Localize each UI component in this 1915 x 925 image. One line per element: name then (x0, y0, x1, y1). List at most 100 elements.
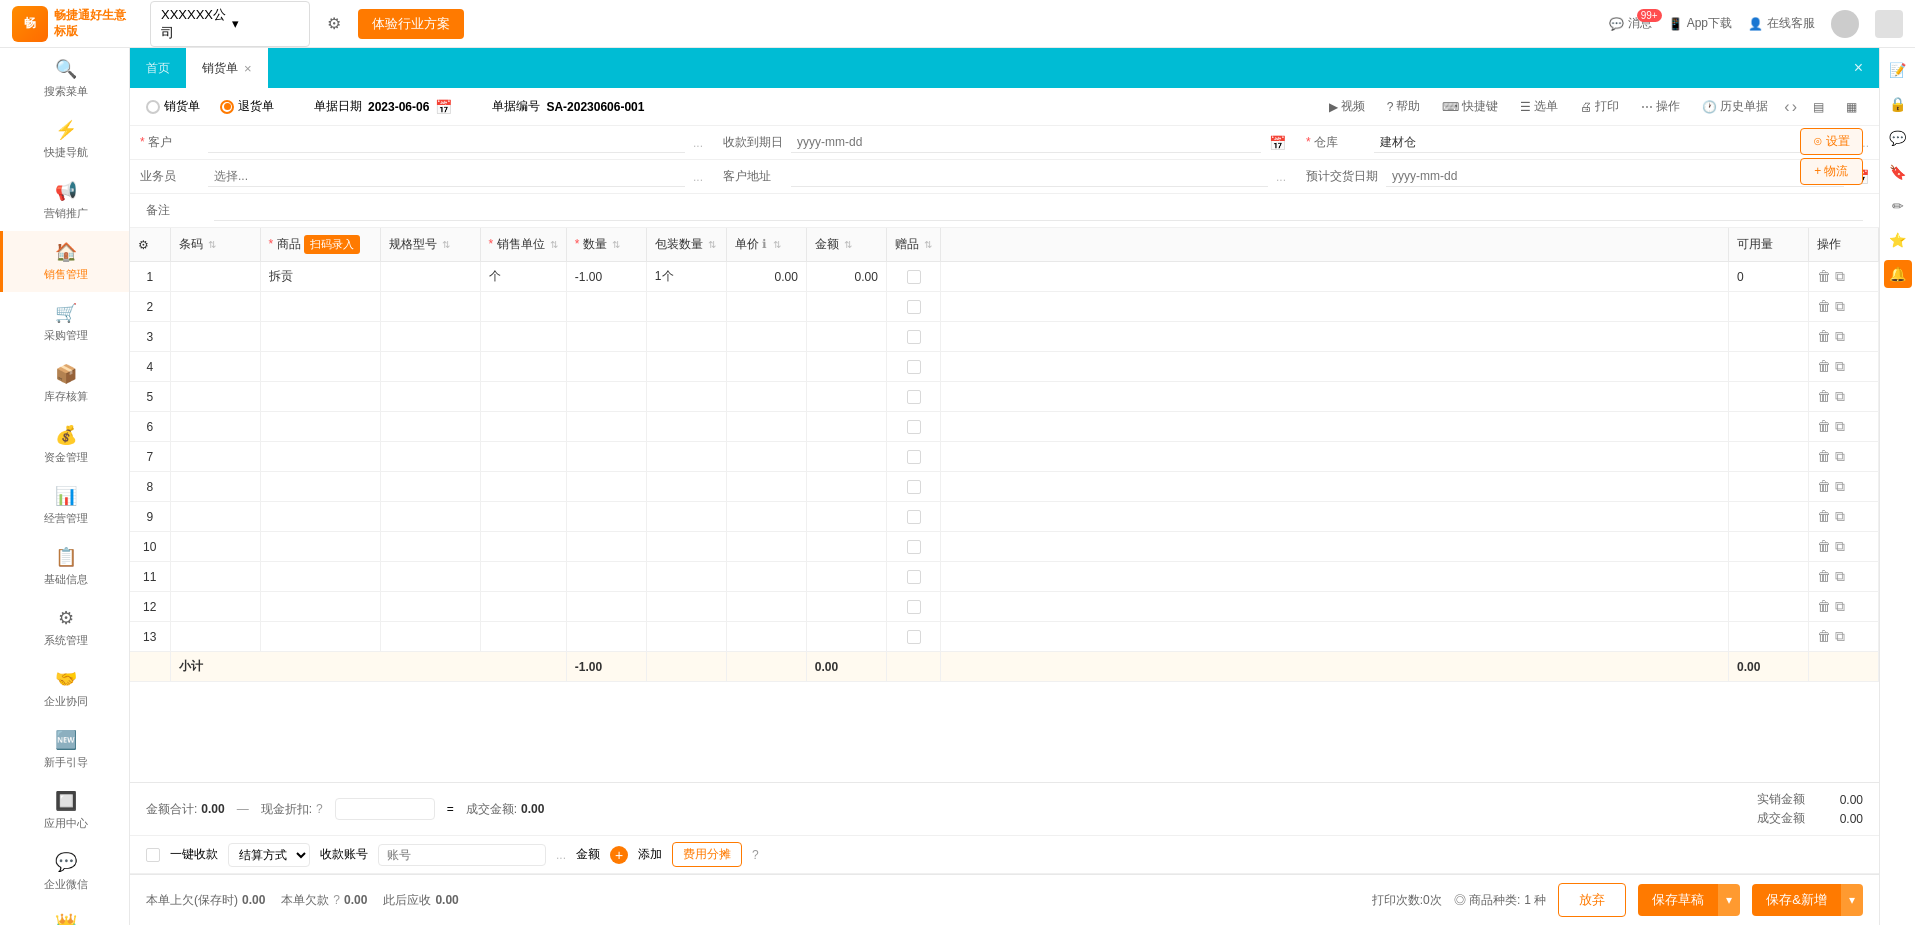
sidebar-item-guide[interactable]: 🆕 新手引导 (0, 719, 129, 780)
cash-discount-input[interactable] (335, 798, 435, 820)
th-gear[interactable]: ⚙ (130, 228, 170, 262)
expense-help-icon[interactable]: ? (752, 848, 759, 862)
row-barcode[interactable] (170, 562, 260, 592)
row-qty[interactable] (566, 322, 646, 352)
copy-row-icon[interactable]: ⧉ (1835, 598, 1845, 615)
save-draft-dropdown[interactable]: ▾ (1718, 884, 1740, 916)
layout-grid-btn[interactable]: ▦ (1840, 98, 1863, 116)
expense-split-button[interactable]: 费用分摊 (672, 842, 742, 867)
delete-row-icon[interactable]: 🗑 (1817, 358, 1831, 375)
settlement-select[interactable]: 结算方式 (228, 843, 310, 867)
row-qty[interactable] (566, 382, 646, 412)
layout-list-btn[interactable]: ▤ (1807, 98, 1830, 116)
row-barcode[interactable] (170, 352, 260, 382)
sidebar-item-sales[interactable]: 🏠 销售管理 (0, 231, 129, 292)
gift-checkbox[interactable] (907, 420, 921, 434)
right-panel-bookmark-icon[interactable]: 🔖 (1884, 158, 1912, 186)
price-info-icon[interactable]: ℹ (762, 237, 767, 251)
row-price[interactable]: 0.00 (726, 262, 806, 292)
copy-row-icon[interactable]: ⧉ (1835, 508, 1845, 525)
delivery-date-input[interactable] (1386, 166, 1844, 187)
save-draft-button[interactable]: 保存草稿 (1638, 884, 1718, 916)
row-goods[interactable] (260, 562, 380, 592)
row-price[interactable] (726, 472, 806, 502)
radio-return[interactable]: 退货单 (220, 98, 274, 115)
row-qty[interactable] (566, 592, 646, 622)
delete-row-icon[interactable]: 🗑 (1817, 478, 1831, 495)
copy-row-icon[interactable]: ⧉ (1835, 568, 1845, 585)
help-btn[interactable]: ? 帮助 (1381, 96, 1427, 117)
delete-row-icon[interactable]: 🗑 (1817, 388, 1831, 405)
gear-settings-icon[interactable]: ⚙ (138, 238, 149, 252)
total-owe-info-icon[interactable]: ? (333, 893, 340, 907)
row-spec[interactable] (380, 502, 480, 532)
row-barcode[interactable] (170, 262, 260, 292)
right-panel-star-icon[interactable]: ⭐ (1884, 226, 1912, 254)
sidebar-item-inventory[interactable]: 📦 库存核算 (0, 353, 129, 414)
online-service-btn[interactable]: 👤 在线客服 (1748, 15, 1815, 32)
row-barcode[interactable] (170, 322, 260, 352)
warehouse-input[interactable] (1374, 132, 1851, 153)
row-price[interactable] (726, 352, 806, 382)
row-goods[interactable] (260, 352, 380, 382)
row-barcode[interactable] (170, 592, 260, 622)
date-calendar-icon[interactable]: 📅 (435, 99, 452, 115)
logistics-button[interactable]: + 物流 (1800, 158, 1863, 185)
row-qty[interactable] (566, 472, 646, 502)
row-goods[interactable] (260, 412, 380, 442)
row-spec[interactable] (380, 412, 480, 442)
row-price[interactable] (726, 292, 806, 322)
salesperson-dots[interactable]: ... (693, 170, 703, 184)
row-barcode[interactable] (170, 442, 260, 472)
spec-input[interactable] (389, 270, 472, 284)
copy-row-icon[interactable]: ⧉ (1835, 418, 1845, 435)
one-click-checkbox[interactable] (146, 848, 160, 862)
tab-home[interactable]: 首页 (130, 48, 186, 88)
row-qty[interactable] (566, 502, 646, 532)
customer-addr-dots[interactable]: ... (1276, 170, 1286, 184)
gift-checkbox[interactable] (907, 570, 921, 584)
row-qty[interactable] (566, 292, 646, 322)
row-spec[interactable] (380, 562, 480, 592)
app-download-btn[interactable]: 📱 App下载 (1668, 15, 1732, 32)
history-btn[interactable]: 🕐 历史单据 (1696, 96, 1774, 117)
gift-checkbox[interactable] (907, 300, 921, 314)
delete-row-icon[interactable]: 🗑 (1817, 328, 1831, 345)
shortcut-btn[interactable]: ⌨ 快捷键 (1436, 96, 1504, 117)
settings-gear-icon[interactable]: ⚙ (318, 8, 350, 40)
tab-sales-order-close[interactable]: × (244, 61, 252, 76)
row-goods[interactable] (260, 442, 380, 472)
gift-checkbox[interactable] (907, 330, 921, 344)
sidebar-search[interactable]: 🔍 搜索菜单 (0, 48, 129, 109)
customer-input[interactable] (208, 132, 685, 153)
nav-prev[interactable]: ‹ (1784, 98, 1789, 116)
delete-row-icon[interactable]: 🗑 (1817, 268, 1831, 285)
sidebar-item-wechat[interactable]: 💬 企业微信 (0, 841, 129, 902)
row-qty[interactable] (566, 532, 646, 562)
copy-row-icon[interactable]: ⧉ (1835, 628, 1845, 645)
payment-calendar-icon[interactable]: 📅 (1269, 135, 1286, 151)
row-spec[interactable] (380, 532, 480, 562)
sidebar-item-system[interactable]: ⚙ 系统管理 (0, 597, 129, 658)
sidebar-item-quick-nav[interactable]: ⚡ 快捷导航 (0, 109, 129, 170)
cash-discount-info-icon[interactable]: ? (316, 802, 323, 816)
sidebar-item-member[interactable]: 👑 畅会员 (0, 902, 129, 925)
row-spec[interactable] (380, 352, 480, 382)
row-goods[interactable] (260, 322, 380, 352)
row-price[interactable] (726, 442, 806, 472)
save-new-button[interactable]: 保存&新增 (1752, 884, 1841, 916)
trial-button[interactable]: 体验行业方案 (358, 9, 464, 39)
row-qty[interactable] (566, 622, 646, 652)
select-order-btn[interactable]: ☰ 选单 (1514, 96, 1564, 117)
add-payment-button[interactable]: + (610, 846, 628, 864)
row-price[interactable] (726, 562, 806, 592)
copy-row-icon[interactable]: ⧉ (1835, 538, 1845, 555)
row-spec[interactable] (380, 382, 480, 412)
delete-row-icon[interactable]: 🗑 (1817, 508, 1831, 525)
print-btn[interactable]: 🖨 打印 (1574, 96, 1625, 117)
sidebar-item-marketing[interactable]: 📢 营销推广 (0, 170, 129, 231)
gift-checkbox[interactable] (907, 630, 921, 644)
tab-sales-order[interactable]: 销货单 × (186, 48, 268, 88)
avatar[interactable] (1831, 10, 1859, 38)
row-barcode[interactable] (170, 502, 260, 532)
